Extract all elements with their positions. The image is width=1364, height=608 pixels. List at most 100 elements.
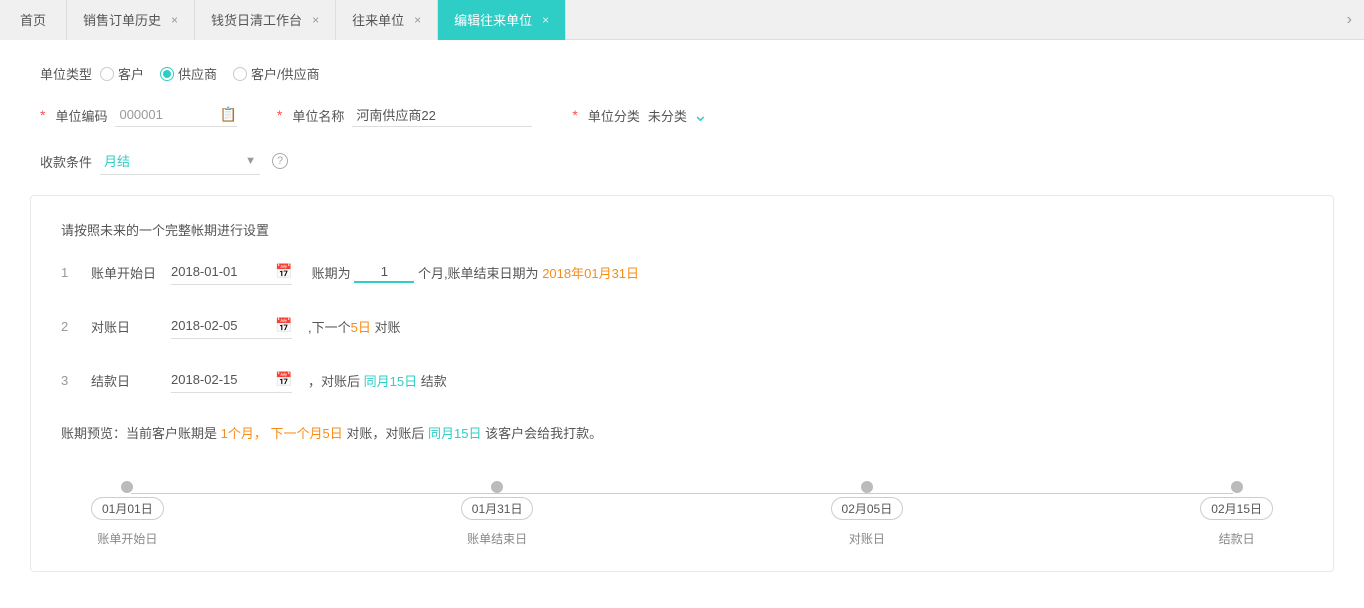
tab-edit-partner-label: 编辑往来单位 bbox=[454, 10, 532, 29]
tab-edit-partner[interactable]: 编辑往来单位 × bbox=[438, 0, 566, 40]
tab-partner[interactable]: 往来单位 × bbox=[336, 0, 438, 40]
step-num-3: 3 bbox=[61, 373, 91, 388]
tab-cash-work-close[interactable]: × bbox=[312, 13, 319, 27]
step-label-1: 账单开始日 bbox=[91, 263, 171, 282]
unit-code-input[interactable] bbox=[115, 103, 215, 126]
step-end-date: 2018年01月31日 bbox=[542, 263, 639, 282]
tab-partner-label: 往来单位 bbox=[352, 10, 404, 29]
payment-terms-group: 收款条件 月结 ▼ ? bbox=[40, 147, 288, 175]
unit-name-group: * 单位名称 bbox=[277, 103, 532, 127]
radio-customer[interactable]: 客户 bbox=[100, 64, 144, 83]
step-row-3: 3 结款日 📅 ，对账后 同月15日 结款 bbox=[61, 367, 1303, 393]
unit-name-label: 单位名称 bbox=[292, 106, 344, 125]
payment-terms-dropdown[interactable]: 月结 ▼ bbox=[100, 147, 260, 175]
timeline-label-1: 账单开始日 bbox=[97, 530, 157, 547]
step-period-input-wrapper bbox=[354, 262, 414, 283]
unit-type-group: 单位类型 客户 供应商 客户/供应商 bbox=[40, 64, 320, 83]
step-date-1: 📅 bbox=[171, 259, 292, 285]
step-label-2: 对账日 bbox=[91, 317, 171, 336]
step-period-label bbox=[304, 265, 311, 280]
unit-name-required: * bbox=[277, 107, 282, 123]
step-row-2: 2 对账日 📅 ,下一个 5日 对账 bbox=[61, 313, 1303, 339]
unit-type-row: 单位类型 客户 供应商 客户/供应商 bbox=[40, 64, 1324, 83]
tab-bar: 首页 销售订单历史 × 钱货日清工作台 × 往来单位 × 编辑往来单位 × › bbox=[0, 0, 1364, 40]
unit-type-label: 单位类型 bbox=[40, 64, 92, 83]
step-calendar-icon-3[interactable]: 📅 bbox=[275, 371, 292, 388]
unit-type-radio-group: 客户 供应商 客户/供应商 bbox=[100, 64, 320, 83]
preview-payment: 同月15日 bbox=[428, 426, 481, 441]
unit-code-field-wrapper: 📋 bbox=[115, 103, 236, 127]
radio-both-circle bbox=[233, 67, 247, 81]
timeline-tag-4: 02月15日 bbox=[1200, 497, 1273, 520]
step-calendar-icon-1[interactable]: 📅 bbox=[275, 263, 292, 280]
tab-home-label: 首页 bbox=[20, 10, 46, 29]
step-desc-2-suffix: 对账 bbox=[371, 317, 401, 336]
tab-expand-button[interactable]: › bbox=[1335, 11, 1364, 29]
timeline-label-2: 账单结束日 bbox=[467, 530, 527, 547]
timeline-dot-4 bbox=[1231, 481, 1243, 493]
unit-classify-label: 单位分类 bbox=[588, 106, 640, 125]
timeline-point-4: 02月15日 结款日 bbox=[1200, 481, 1273, 547]
preview-reconcile: 下一个月5日 bbox=[271, 426, 343, 441]
unit-classify-value: 未分类 bbox=[648, 106, 687, 125]
timeline-container: 01月01日 账单开始日 01月31日 账单结束日 02月05日 对账日 bbox=[61, 471, 1303, 547]
payment-terms-label: 收款条件 bbox=[40, 152, 92, 171]
timeline-tag-3: 02月05日 bbox=[831, 497, 904, 520]
radio-supplier[interactable]: 供应商 bbox=[160, 64, 217, 83]
tab-edit-partner-close[interactable]: × bbox=[542, 13, 549, 27]
step-calendar-icon-2[interactable]: 📅 bbox=[275, 317, 292, 334]
step-period-unit: 个月,账单结束日期为 bbox=[414, 263, 542, 282]
timeline-dot-1 bbox=[121, 481, 133, 493]
step-date-input-3[interactable] bbox=[171, 372, 271, 387]
preview-end: 该客户会给我打款。 bbox=[485, 426, 602, 441]
preview-1month: 1个月， bbox=[221, 426, 267, 441]
timeline-label-4: 结款日 bbox=[1219, 530, 1255, 547]
section-hint: 请按照未来的一个完整帐期进行设置 bbox=[61, 220, 1303, 239]
tab-sales-history-label: 销售订单历史 bbox=[83, 10, 161, 29]
step-desc-2-prefix: ,下一个 bbox=[304, 317, 350, 336]
timeline-point-3: 02月05日 对账日 bbox=[831, 481, 904, 547]
step-desc-2-highlight: 5日 bbox=[351, 317, 371, 336]
unit-classify-dropdown[interactable]: 未分类 ⌄ bbox=[648, 106, 708, 125]
step-date-input-2[interactable] bbox=[171, 318, 271, 333]
unit-code-copy-icon[interactable]: 📋 bbox=[219, 106, 236, 123]
radio-supplier-inner bbox=[163, 70, 171, 78]
radio-both[interactable]: 客户/供应商 bbox=[233, 64, 320, 83]
payment-section: 请按照未来的一个完整帐期进行设置 1 账单开始日 📅 账期为 个月,账单结束日期… bbox=[30, 195, 1334, 572]
step-row-1: 1 账单开始日 📅 账期为 个月,账单结束日期为 2018年01月31日 bbox=[61, 259, 1303, 285]
step-num-2: 2 bbox=[61, 319, 91, 334]
timeline-tag-2: 01月31日 bbox=[461, 497, 534, 520]
unit-classify-arrow-icon: ⌄ bbox=[693, 106, 708, 124]
payment-terms-help-icon[interactable]: ? bbox=[272, 153, 288, 169]
step-desc-3-prefix: ，对账后 bbox=[304, 371, 363, 390]
radio-supplier-label: 供应商 bbox=[178, 64, 217, 83]
unit-classify-group: * 单位分类 未分类 ⌄ bbox=[572, 106, 708, 125]
tab-cash-work[interactable]: 钱货日清工作台 × bbox=[195, 0, 336, 40]
timeline-tag-1: 01月01日 bbox=[91, 497, 164, 520]
tab-partner-close[interactable]: × bbox=[414, 13, 421, 27]
unit-code-label: 单位编码 bbox=[55, 106, 107, 125]
payment-terms-arrow-icon: ▼ bbox=[245, 155, 256, 167]
step-period-prefix: 账期为 bbox=[312, 263, 351, 282]
main-content: 单位类型 客户 供应商 客户/供应商 bbox=[0, 40, 1364, 608]
tab-sales-history[interactable]: 销售订单历史 × bbox=[67, 0, 195, 40]
unit-name-input[interactable] bbox=[352, 103, 532, 127]
step-date-2: 📅 bbox=[171, 313, 292, 339]
tab-sales-history-close[interactable]: × bbox=[171, 13, 178, 27]
unit-details-row: * 单位编码 📋 * 单位名称 * 单位分类 未分类 ⌄ bbox=[40, 103, 1324, 127]
step-label-3: 结款日 bbox=[91, 371, 171, 390]
timeline-points-row: 01月01日 账单开始日 01月31日 账单结束日 02月05日 对账日 bbox=[91, 481, 1273, 547]
payment-terms-row: 收款条件 月结 ▼ ? bbox=[40, 147, 1324, 175]
step-date-input-1[interactable] bbox=[171, 264, 271, 279]
timeline-dot-3 bbox=[861, 481, 873, 493]
step-period-input[interactable] bbox=[354, 262, 414, 283]
unit-code-group: * 单位编码 📋 bbox=[40, 103, 237, 127]
radio-customer-label: 客户 bbox=[118, 64, 144, 83]
step-desc-3-suffix: 结款 bbox=[417, 371, 447, 390]
timeline-dot-2 bbox=[491, 481, 503, 493]
tab-home[interactable]: 首页 bbox=[0, 0, 67, 40]
unit-code-required: * bbox=[40, 107, 45, 123]
payment-terms-value: 月结 bbox=[104, 151, 241, 170]
tab-cash-work-label: 钱货日清工作台 bbox=[211, 10, 302, 29]
radio-customer-circle bbox=[100, 67, 114, 81]
